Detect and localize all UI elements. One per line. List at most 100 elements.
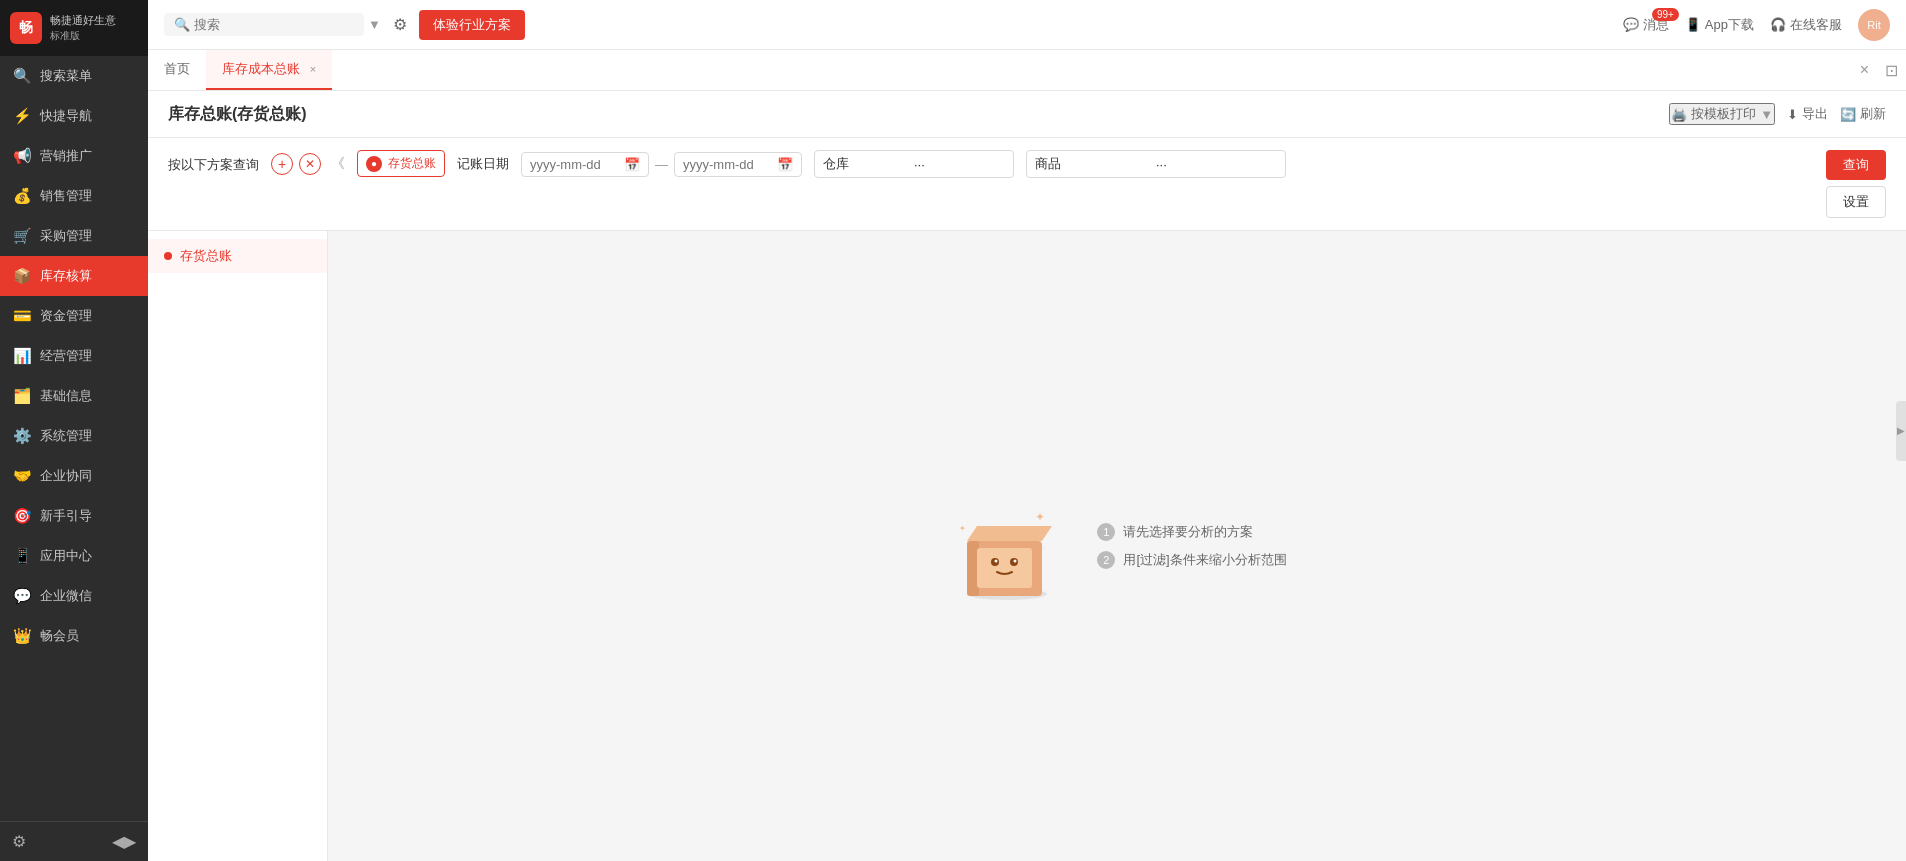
sidebar-bottom: ⚙ ◀▶ [0,821,148,861]
sidebar-item-label: 资金管理 [40,307,92,325]
sidebar-item-member[interactable]: 👑 畅会员 [0,616,148,656]
app-download-label: App下载 [1705,16,1754,34]
sidebar-item-inventory[interactable]: 📦 库存核算 [0,256,148,296]
logo-icon: 畅 [10,12,42,44]
print-dropdown-icon: ▼ [1760,107,1773,122]
sidebar-item-label: 营销推广 [40,147,92,165]
scheme-list-item-label: 存货总账 [180,247,232,265]
date-end-field[interactable]: 📅 [674,152,802,177]
refresh-label: 刷新 [1860,105,1886,123]
tab-panel-close-btn[interactable]: × [1844,51,1885,89]
filter-collapse-btn[interactable]: 《 [327,153,349,175]
search-input[interactable] [194,17,334,32]
scheme-dot-icon: ● [366,156,382,172]
print-icon: 🖨️ [1671,107,1687,122]
empty-illustration: ✦ ✦ · [947,486,1067,606]
refresh-btn[interactable]: 🔄 刷新 [1840,105,1886,123]
sidebar-nav: 🔍 搜索菜单 ⚡ 快捷导航 📢 营销推广 💰 销售管理 🛒 采购管理 📦 库存核… [0,56,148,821]
warehouse-label: 仓库 [823,155,914,173]
right-panel-toggle[interactable]: ▶ [1896,401,1906,461]
settings-icon[interactable]: ⚙ [12,832,26,851]
svg-marker-2 [967,526,1052,541]
svg-text:✦: ✦ [959,524,966,533]
tab-inventory-ledger[interactable]: 库存成本总账 × [206,50,332,90]
empty-svg: ✦ ✦ · [947,486,1067,606]
gear-icon[interactable]: ⚙ [393,15,407,34]
page-actions: 🖨️ 按模板打印 ▼ ⬇ 导出 🔄 刷新 [1669,103,1886,125]
date-start-input[interactable] [530,157,620,172]
sidebar: 畅 畅捷通好生意 标准版 🔍 搜索菜单 ⚡ 快捷导航 📢 营销推广 💰 销售管理… [0,0,148,861]
calendar-end-icon[interactable]: 📅 [777,157,793,172]
sidebar-item-appcenter[interactable]: 📱 应用中心 [0,536,148,576]
date-end-input[interactable] [683,157,773,172]
sidebar-item-marketing[interactable]: 📢 营销推广 [0,136,148,176]
svg-text:✦: ✦ [1035,510,1045,524]
empty-content: ✦ ✦ · 1 请先选择要分析的方案 2 用[过滤]条件来缩 [947,486,1286,606]
headset-icon: 🎧 [1770,17,1786,32]
toggle-icon: ▶ [1896,425,1907,436]
sidebar-item-purchase[interactable]: 🛒 采购管理 [0,216,148,256]
sidebar-item-quicknav[interactable]: ⚡ 快捷导航 [0,96,148,136]
export-btn[interactable]: ⬇ 导出 [1787,105,1828,123]
sidebar-item-sales[interactable]: 💰 销售管理 [0,176,148,216]
filter-label: 按以下方案查询 [168,150,259,174]
calendar-start-icon[interactable]: 📅 [624,157,640,172]
collapse-icon[interactable]: ◀▶ [112,832,136,851]
empty-tip-1: 1 请先选择要分析的方案 [1097,523,1286,541]
sidebar-item-guide[interactable]: 🎯 新手引导 [0,496,148,536]
scheme-list-panel: 存货总账 [148,231,328,861]
tip-text-2: 用[过滤]条件来缩小分析范围 [1123,551,1286,569]
sidebar-item-operation[interactable]: 📊 经营管理 [0,336,148,376]
tab-close-icon[interactable]: × [310,63,316,75]
settings-btn[interactable]: 设置 [1826,186,1886,218]
warehouse-more-btn[interactable]: ··· [914,157,1005,172]
svg-rect-4 [977,548,1032,588]
warehouse-field[interactable]: 仓库 ··· [814,150,1014,178]
phone-icon: 📱 [1685,17,1701,32]
product-more-btn[interactable]: ··· [1156,157,1277,172]
export-icon: ⬇ [1787,107,1798,122]
logo-subtitle: 标准版 [50,29,116,43]
sidebar-item-search[interactable]: 🔍 搜索菜单 [0,56,148,96]
sidebar-item-corpwechat[interactable]: 💬 企业微信 [0,576,148,616]
service-btn[interactable]: 🎧 在线客服 [1770,16,1842,34]
header-search-area[interactable]: 🔍 [164,13,364,36]
filter-scheme-item[interactable]: ● 存货总账 [357,150,445,177]
page-title: 库存总账(存货总账) [168,104,307,125]
print-btn[interactable]: 🖨️ 按模板打印 ▼ [1669,103,1775,125]
sidebar-item-system[interactable]: ⚙️ 系统管理 [0,416,148,456]
empty-tip-2: 2 用[过滤]条件来缩小分析范围 [1097,551,1286,569]
tip-num-2: 2 [1097,551,1115,569]
sidebar-item-cooperation[interactable]: 🤝 企业协同 [0,456,148,496]
scheme-list-item-active[interactable]: 存货总账 [148,239,327,273]
tab-active-label: 库存成本总账 [222,61,300,76]
date-separator: — [655,157,668,172]
query-btn[interactable]: 查询 [1826,150,1886,180]
purchase-icon: 🛒 [12,226,32,246]
sidebar-item-label: 企业微信 [40,587,92,605]
date-range: 📅 — 📅 [521,152,802,177]
filter-area: 按以下方案查询 + ✕ 《 ● 存货总账 记账日期 📅 — [148,138,1906,231]
app-download-btn[interactable]: 📱 App下载 [1685,16,1754,34]
search-dropdown-icon[interactable]: ▼ [368,17,381,32]
sidebar-item-label: 基础信息 [40,387,92,405]
empty-tips: 1 请先选择要分析的方案 2 用[过滤]条件来缩小分析范围 [1097,523,1286,569]
product-field[interactable]: 商品 ··· [1026,150,1286,178]
svg-text:·: · [1042,544,1044,553]
messages-btn[interactable]: 💬 消息 99+ [1623,16,1669,34]
tab-home[interactable]: 首页 [148,50,206,90]
panel-expand-icon[interactable]: ⊡ [1885,61,1898,80]
sidebar-item-basic[interactable]: 🗂️ 基础信息 [0,376,148,416]
avatar[interactable]: Rit [1858,9,1890,41]
filter-fields: 记账日期 📅 — 📅 仓库 ··· [457,150,1814,178]
body-area: 存货总账 [148,231,1906,861]
sidebar-item-finance[interactable]: 💳 资金管理 [0,296,148,336]
filter-remove-btn[interactable]: ✕ [299,153,321,175]
sidebar-item-label: 畅会员 [40,627,79,645]
tab-home-label: 首页 [164,61,190,76]
filter-add-btn[interactable]: + [271,153,293,175]
industry-btn[interactable]: 体验行业方案 [419,10,525,40]
header-right: 💬 消息 99+ 📱 App下载 🎧 在线客服 Rit [1623,9,1890,41]
date-start-field[interactable]: 📅 [521,152,649,177]
top-header: 🔍 ▼ ⚙ 体验行业方案 💬 消息 99+ 📱 App下载 🎧 在线客服 Rit [148,0,1906,50]
